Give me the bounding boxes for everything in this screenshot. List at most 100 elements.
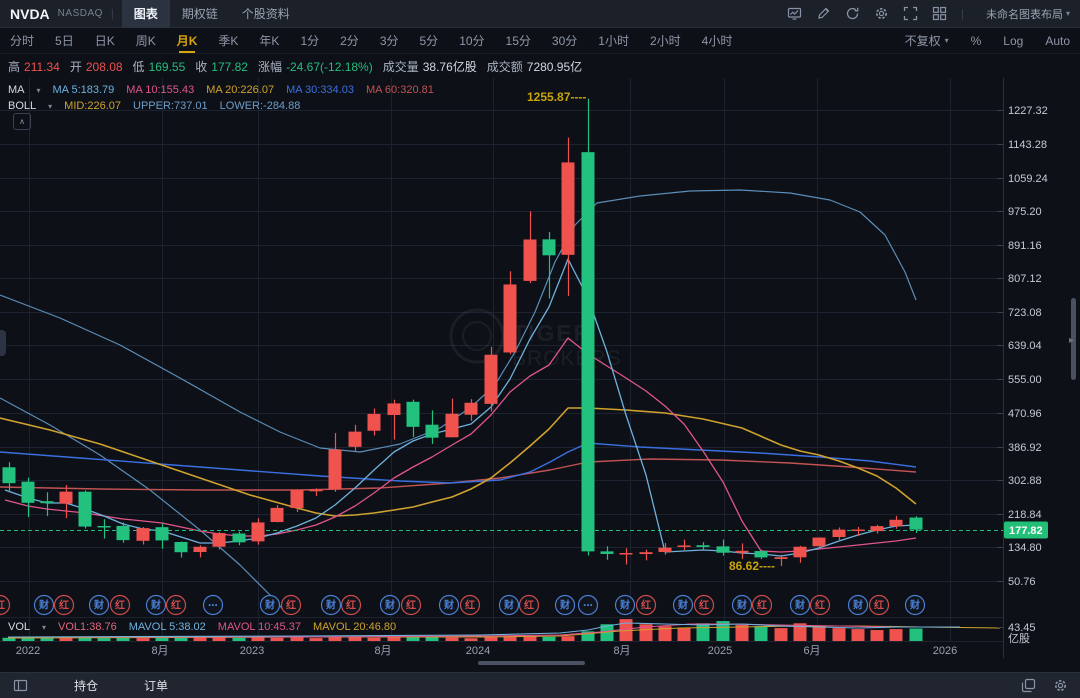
- dividend-badge[interactable]: 红: [868, 594, 890, 616]
- dividend-badge[interactable]: 红: [459, 594, 481, 616]
- timeframe-2分[interactable]: 2分: [340, 28, 359, 54]
- financial-report-badge[interactable]: 财: [614, 594, 636, 616]
- financial-report-badge[interactable]: 财: [847, 594, 869, 616]
- candle: [600, 546, 614, 560]
- candle: [445, 398, 459, 438]
- dividend-badge[interactable]: 红: [693, 594, 715, 616]
- timeframe-周K[interactable]: 周K: [136, 28, 156, 54]
- svg-text:723.08: 723.08: [1008, 307, 1042, 319]
- more-events-badge[interactable]: ⋯: [577, 594, 599, 616]
- panel-icon[interactable]: [12, 679, 28, 693]
- timeframe-5分[interactable]: 5分: [420, 28, 439, 54]
- tab-图表[interactable]: 图表: [121, 0, 170, 28]
- dividend-badge[interactable]: 红: [0, 594, 11, 616]
- dividend-badge[interactable]: 红: [751, 594, 773, 616]
- settings-icon[interactable]: [1052, 679, 1068, 693]
- refresh-icon[interactable]: [845, 6, 860, 21]
- financial-report-badge[interactable]: 财: [731, 594, 753, 616]
- svg-text:财: 财: [559, 599, 570, 612]
- timeframe-日K[interactable]: 日K: [95, 28, 115, 54]
- timeframe-月K[interactable]: 月K: [177, 28, 197, 54]
- boll-legend-dropdown-caret[interactable]: ▾: [48, 102, 52, 111]
- financial-report-badge[interactable]: 财: [259, 594, 281, 616]
- collapse-legend-button[interactable]: ∧: [13, 113, 31, 130]
- financial-report-badge[interactable]: 财: [904, 594, 926, 616]
- dividend-badge[interactable]: 红: [635, 594, 657, 616]
- financial-report-badge[interactable]: 财: [498, 594, 520, 616]
- bottom-tab-持仓[interactable]: 持仓: [74, 677, 98, 694]
- windows-stack-icon[interactable]: [1020, 678, 1036, 693]
- dividend-badge[interactable]: 红: [340, 594, 362, 616]
- chevron-down-icon: ▾: [944, 36, 949, 45]
- svg-text:386.92: 386.92: [1008, 442, 1042, 454]
- timeframe-1小时[interactable]: 1小时: [598, 28, 629, 54]
- dividend-badge[interactable]: 红: [518, 594, 540, 616]
- fullscreen-icon[interactable]: [903, 6, 918, 21]
- candle: [59, 484, 73, 519]
- timeframe-年K[interactable]: 年K: [259, 28, 279, 54]
- dividend-badge[interactable]: 红: [109, 594, 131, 616]
- svg-text:财: 财: [503, 599, 514, 612]
- timeframe-right-controls: 不复权 ▾% Log Auto: [905, 28, 1070, 54]
- svg-text:财: 财: [677, 599, 688, 612]
- tab-期权链[interactable]: 期权链: [170, 0, 230, 28]
- svg-text:2022: 2022: [16, 645, 40, 657]
- volume-bar: [464, 638, 478, 641]
- tab-个股资料[interactable]: 个股资料: [230, 0, 302, 28]
- timeframe-1分[interactable]: 1分: [300, 28, 319, 54]
- financial-report-badge[interactable]: 财: [33, 594, 55, 616]
- boll-legend-value: MID:226.07: [64, 100, 122, 112]
- volume-bar: [812, 626, 826, 641]
- candle: [793, 545, 807, 563]
- overlay-boll-upper: [0, 189, 917, 453]
- candle: [78, 490, 92, 529]
- chart-option-Log[interactable]: Log: [1003, 28, 1023, 54]
- timeframe-分时[interactable]: 分时: [10, 28, 34, 54]
- vol-legend-dropdown-caret[interactable]: ▾: [42, 623, 46, 632]
- chart-monitor-icon[interactable]: [787, 6, 802, 21]
- candle: [232, 531, 246, 546]
- bottom-tab-订单[interactable]: 订单: [144, 677, 168, 694]
- layout-name-dropdown[interactable]: 未命名图表布局 ▾: [986, 6, 1070, 22]
- financial-report-badge[interactable]: 财: [145, 594, 167, 616]
- dividend-badge[interactable]: 红: [809, 594, 831, 616]
- chart-option-%[interactable]: %: [971, 28, 982, 54]
- dividend-badge[interactable]: 红: [165, 594, 187, 616]
- financial-report-badge[interactable]: 财: [438, 594, 460, 616]
- settings-icon[interactable]: [874, 6, 889, 21]
- dividend-badge[interactable]: 红: [53, 594, 75, 616]
- timeframe-2小时[interactable]: 2小时: [650, 28, 681, 54]
- left-panel-handle[interactable]: [0, 330, 6, 356]
- financial-report-badge[interactable]: 财: [554, 594, 576, 616]
- svg-text:红: 红: [115, 599, 125, 612]
- expand-panel-arrow-icon[interactable]: ▸: [1069, 335, 1074, 346]
- timeframe-30分[interactable]: 30分: [552, 28, 577, 54]
- edit-pencil-icon[interactable]: [816, 6, 831, 21]
- more-events-badge[interactable]: ⋯: [202, 594, 224, 616]
- timeframe-5日[interactable]: 5日: [55, 28, 74, 54]
- svg-text:财: 财: [38, 599, 49, 612]
- timeframe-季K[interactable]: 季K: [218, 28, 238, 54]
- chart-option-Auto[interactable]: Auto: [1045, 28, 1070, 54]
- financial-report-badge[interactable]: 财: [320, 594, 342, 616]
- financial-report-badge[interactable]: 财: [88, 594, 110, 616]
- timeframe-4小时[interactable]: 4小时: [702, 28, 733, 54]
- dividend-badge[interactable]: 红: [400, 594, 422, 616]
- dividend-badge[interactable]: 红: [280, 594, 302, 616]
- chart-option-不复权[interactable]: 不复权 ▾: [905, 28, 949, 54]
- svg-text:1143.28: 1143.28: [1008, 139, 1047, 151]
- candle: [832, 527, 846, 541]
- symbol-label: NVDA: [10, 5, 50, 22]
- grid-lines: [0, 78, 1004, 658]
- timeframe-3分[interactable]: 3分: [380, 28, 399, 54]
- financial-report-badge[interactable]: 财: [672, 594, 694, 616]
- financial-report-badge[interactable]: 财: [379, 594, 401, 616]
- financial-report-badge[interactable]: 财: [789, 594, 811, 616]
- timeframe-15分[interactable]: 15分: [506, 28, 531, 54]
- timeframe-10分[interactable]: 10分: [459, 28, 484, 54]
- candle: [155, 523, 169, 549]
- candle: [484, 346, 498, 412]
- ma-legend-dropdown-caret[interactable]: ▾: [37, 86, 41, 95]
- horizontal-scrollbar-thumb[interactable]: [478, 661, 585, 665]
- layout-grid-icon[interactable]: [932, 6, 947, 21]
